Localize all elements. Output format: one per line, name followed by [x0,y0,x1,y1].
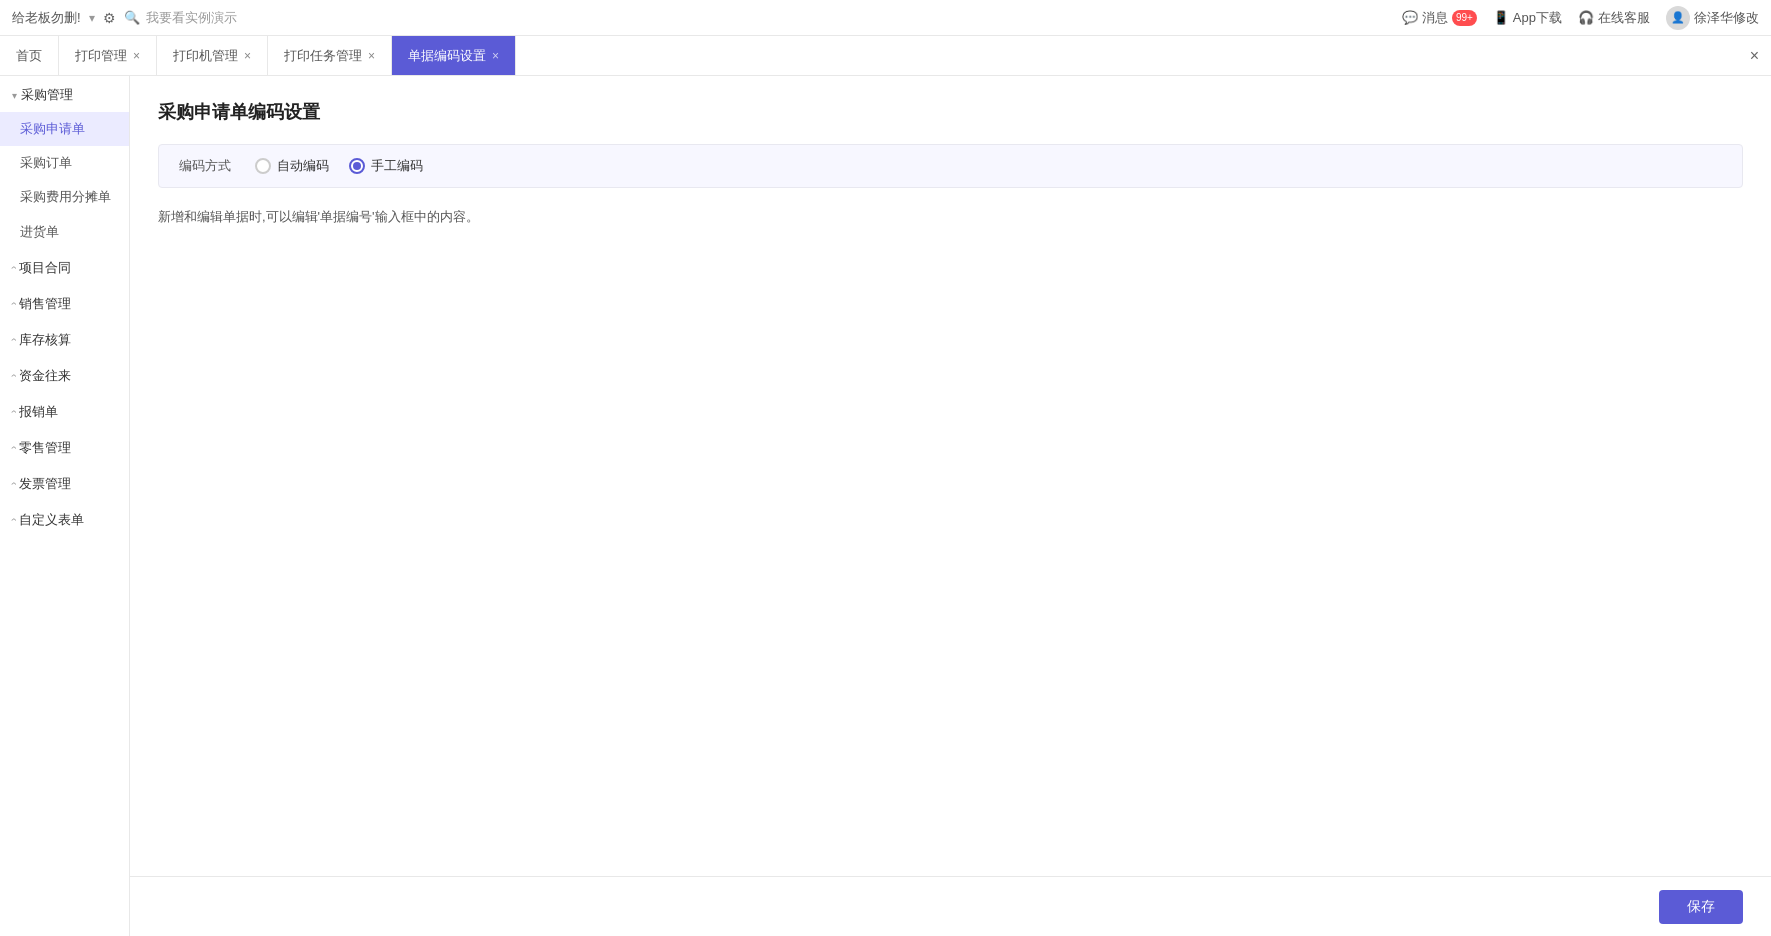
sidebar-group-retail: › 零售管理 [0,429,129,465]
purchase-order-label: 采购订单 [20,155,72,170]
main-layout: ▾ 采购管理 采购申请单 采购订单 采购费用分摊单 进货单 › 项目合同 [0,76,1771,936]
retail-arrow-icon: › [8,446,19,449]
tab-printer-management-close[interactable]: × [244,49,251,63]
sidebar-group-custom-form-header[interactable]: › 自定义表单 [0,501,129,537]
encoding-radio-group: 自动编码 手工编码 [255,157,423,175]
tab-barcode-settings-label: 单据编码设置 [408,47,486,65]
sidebar-group-sales: › 销售管理 [0,285,129,321]
sidebar: ▾ 采购管理 采购申请单 采购订单 采购费用分摊单 进货单 › 项目合同 [0,76,130,936]
tab-printer-management[interactable]: 打印机管理 × [157,36,268,75]
topbar-left: 给老板勿删! ▾ ⚙ 🔍 我要看实例演示 [12,9,237,27]
purchase-expense-label: 采购费用分摊单 [20,189,111,204]
sidebar-group-expense-report-header[interactable]: › 报销单 [0,393,129,429]
invoice-arrow-icon: › [8,482,19,485]
sidebar-group-inventory-header[interactable]: › 库存核算 [0,321,129,357]
tab-print-task-label: 打印任务管理 [284,47,362,65]
sidebar-group-project: › 项目合同 [0,249,129,285]
brand-chevron-icon[interactable]: ▾ [89,11,95,25]
radio-manual-label: 手工编码 [371,157,423,175]
project-arrow-icon: › [8,266,19,269]
search-icon: 🔍 [124,10,140,25]
tab-print-management-close[interactable]: × [133,49,140,63]
radio-manual-circle [349,158,365,174]
online-service-action[interactable]: 🎧 在线客服 [1578,9,1650,27]
purchase-request-label: 采购申请单 [20,121,85,136]
inventory-arrow-icon: › [8,338,19,341]
sales-arrow-icon: › [8,302,19,305]
custom-form-arrow-icon: › [8,518,19,521]
global-close-button[interactable]: × [1738,47,1771,65]
brand-label: 给老板勿删! [12,9,81,27]
sidebar-group-invoice-header[interactable]: › 发票管理 [0,465,129,501]
retail-group-label: 零售管理 [19,439,71,457]
sidebar-group-finance-header[interactable]: › 资金往来 [0,357,129,393]
tab-home[interactable]: 首页 [0,36,59,75]
sidebar-group-project-header[interactable]: › 项目合同 [0,249,129,285]
tab-barcode-settings-close[interactable]: × [492,49,499,63]
radio-auto[interactable]: 自动编码 [255,157,329,175]
service-icon: 🎧 [1578,10,1594,25]
online-service-label: 在线客服 [1598,9,1650,27]
finance-arrow-icon: › [8,374,19,377]
username-label: 徐泽华修改 [1694,9,1759,27]
tab-print-management[interactable]: 打印管理 × [59,36,157,75]
sidebar-item-purchase-expense[interactable]: 采购费用分摊单 [0,180,129,214]
sidebar-group-sales-header[interactable]: › 销售管理 [0,285,129,321]
message-icon: 💬 [1402,10,1418,25]
encoding-section: 编码方式 自动编码 手工编码 [158,144,1743,188]
sidebar-group-custom-form: › 自定义表单 [0,501,129,537]
encoding-label: 编码方式 [179,157,231,175]
expense-report-group-label: 报销单 [19,403,58,421]
topbar: 给老板勿删! ▾ ⚙ 🔍 我要看实例演示 💬 消息 99+ 📱 App下载 🎧 … [0,0,1771,36]
search-label: 我要看实例演示 [146,9,237,27]
save-button[interactable]: 保存 [1659,890,1743,924]
expense-report-arrow-icon: › [8,410,19,413]
sidebar-item-incoming[interactable]: 进货单 [0,215,129,249]
tab-print-task-close[interactable]: × [368,49,375,63]
custom-form-group-label: 自定义表单 [19,511,84,529]
sidebar-group-retail-header[interactable]: › 零售管理 [0,429,129,465]
tab-printer-management-label: 打印机管理 [173,47,238,65]
content-area: 采购申请单编码设置 编码方式 自动编码 手工编码 新增和编辑单据时,可以编辑'单… [130,76,1771,936]
topbar-search[interactable]: 🔍 我要看实例演示 [124,9,237,27]
project-group-label: 项目合同 [19,259,71,277]
tab-print-task[interactable]: 打印任务管理 × [268,36,392,75]
content-footer: 保存 [130,876,1771,936]
inventory-group-label: 库存核算 [19,331,71,349]
message-action[interactable]: 💬 消息 99+ [1402,9,1477,27]
app-download-label: App下载 [1513,9,1562,27]
page-title: 采购申请单编码设置 [158,100,1743,124]
sidebar-group-expense-report: › 报销单 [0,393,129,429]
radio-auto-circle [255,158,271,174]
user-profile[interactable]: 👤 徐泽华修改 [1666,6,1759,30]
avatar: 👤 [1666,6,1690,30]
topbar-right: 💬 消息 99+ 📱 App下载 🎧 在线客服 👤 徐泽华修改 [1402,6,1759,30]
radio-manual[interactable]: 手工编码 [349,157,423,175]
sidebar-group-purchase: ▾ 采购管理 采购申请单 采购订单 采购费用分摊单 进货单 [0,76,129,249]
sidebar-group-finance: › 资金往来 [0,357,129,393]
tab-print-management-label: 打印管理 [75,47,127,65]
download-icon: 📱 [1493,10,1509,25]
message-badge: 99+ [1452,10,1477,26]
finance-group-label: 资金往来 [19,367,71,385]
sidebar-group-inventory: › 库存核算 [0,321,129,357]
sidebar-group-invoice: › 发票管理 [0,465,129,501]
sales-group-label: 销售管理 [19,295,71,313]
message-label: 消息 [1422,9,1448,27]
radio-auto-label: 自动编码 [277,157,329,175]
tab-home-label: 首页 [16,47,42,65]
tab-barcode-settings[interactable]: 单据编码设置 × [392,36,516,75]
app-download-action[interactable]: 📱 App下载 [1493,9,1562,27]
purchase-arrow-icon: ▾ [12,90,17,101]
sidebar-item-purchase-order[interactable]: 采购订单 [0,146,129,180]
tabbar: 首页 打印管理 × 打印机管理 × 打印任务管理 × 单据编码设置 × × [0,36,1771,76]
sidebar-item-purchase-request[interactable]: 采购申请单 [0,112,129,146]
hint-text: 新增和编辑单据时,可以编辑'单据编号'输入框中的内容。 [158,204,1743,230]
settings-icon[interactable]: ⚙ [103,10,116,26]
purchase-group-label: 采购管理 [21,86,73,104]
sidebar-group-purchase-header[interactable]: ▾ 采购管理 [0,76,129,112]
invoice-group-label: 发票管理 [19,475,71,493]
incoming-label: 进货单 [20,224,59,239]
content-inner: 采购申请单编码设置 编码方式 自动编码 手工编码 新增和编辑单据时,可以编辑'单… [130,76,1771,876]
